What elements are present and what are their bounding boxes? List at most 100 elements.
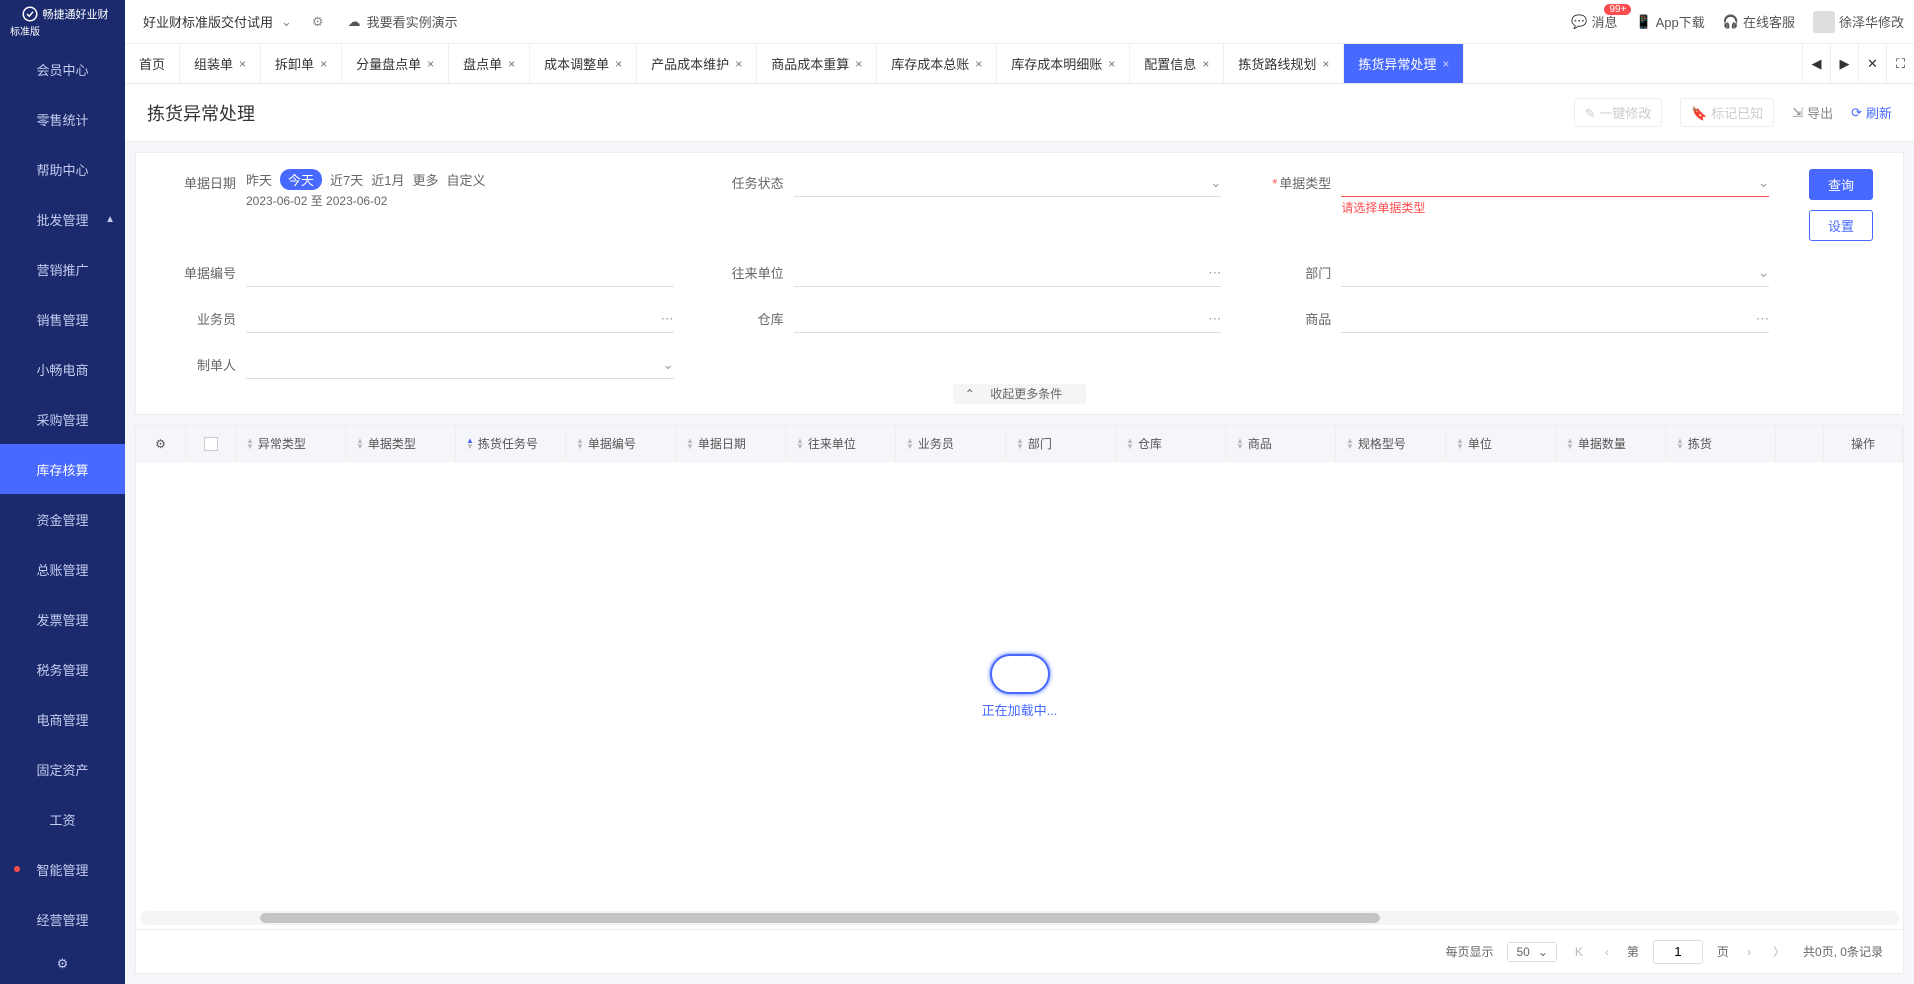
date-more[interactable]: 更多	[413, 170, 439, 189]
sidebar-item[interactable]: 电商管理	[0, 694, 125, 744]
tab[interactable]: 分量盘点单×	[342, 44, 449, 83]
demo-link[interactable]: ☁ 我要看实例演示	[348, 12, 458, 31]
column-header[interactable]: ▲▼异常类型	[236, 426, 346, 461]
sidebar-item[interactable]: 智能管理	[0, 844, 125, 894]
filter-warehouse[interactable]: 仓库 ⋯	[714, 305, 1222, 333]
last-page[interactable]: 〉	[1769, 943, 1789, 960]
settings-button[interactable]: 设置	[1809, 210, 1873, 241]
sidebar-item[interactable]: 小畅电商	[0, 344, 125, 394]
sort-icon: ▲▼	[1126, 438, 1134, 450]
tab-scroll-left[interactable]: ◀	[1802, 44, 1830, 84]
filter-doc-no[interactable]: 单据编号	[166, 259, 674, 287]
close-icon[interactable]: ×	[427, 57, 434, 71]
filter-dept[interactable]: 部门 ⌄	[1261, 259, 1769, 287]
sidebar-item[interactable]: 固定资产	[0, 744, 125, 794]
page-size-select[interactable]: 50 ⌄	[1507, 942, 1556, 962]
column-header[interactable]: ▲▼单据数量	[1556, 426, 1666, 461]
first-page[interactable]: K	[1571, 945, 1587, 959]
sidebar-item[interactable]: 税务管理	[0, 644, 125, 694]
sidebar-item[interactable]: 会员中心	[0, 44, 125, 94]
gear-icon[interactable]: ⚙	[312, 14, 324, 30]
page-input[interactable]	[1653, 940, 1703, 964]
column-header[interactable]: ▲▼拣货	[1666, 426, 1776, 461]
export-button[interactable]: ⇲ 导出	[1792, 103, 1833, 122]
collapse-filters[interactable]: ⌃ 收起更多条件	[953, 384, 1086, 404]
column-header[interactable]: ▲▼单据类型	[346, 426, 456, 461]
tab[interactable]: 产品成本维护×	[637, 44, 757, 83]
tab[interactable]: 拣货异常处理×	[1344, 44, 1464, 83]
next-page[interactable]: ›	[1743, 945, 1755, 959]
tab[interactable]: 拆卸单×	[261, 44, 342, 83]
sidebar-item[interactable]: 采购管理	[0, 394, 125, 444]
column-header[interactable]: ▲▼单据日期	[676, 426, 786, 461]
column-header[interactable]: ▲▼拣货任务号	[456, 426, 566, 461]
sidebar-item[interactable]: 总账管理	[0, 544, 125, 594]
date-7d[interactable]: 近7天	[330, 170, 363, 189]
close-icon[interactable]: ×	[735, 57, 742, 71]
column-header[interactable]: ▲▼往来单位	[786, 426, 896, 461]
close-icon[interactable]: ×	[508, 57, 515, 71]
close-icon[interactable]: ×	[1202, 57, 1209, 71]
refresh-button[interactable]: ⟳ 刷新	[1851, 103, 1892, 122]
prev-page[interactable]: ‹	[1601, 945, 1613, 959]
filter-partner[interactable]: 往来单位 ⋯	[714, 259, 1222, 287]
column-header[interactable]: ▲▼业务员	[896, 426, 1006, 461]
sidebar-item[interactable]: 工资	[0, 794, 125, 844]
column-header[interactable]: ▲▼单位	[1446, 426, 1556, 461]
tab[interactable]: 库存成本明细账×	[997, 44, 1130, 83]
sidebar-item[interactable]: 库存核算	[0, 444, 125, 494]
date-1m[interactable]: 近1月	[371, 170, 404, 189]
tab[interactable]: 商品成本重算×	[757, 44, 877, 83]
support[interactable]: 🎧 在线客服	[1723, 12, 1795, 31]
close-icon[interactable]: ×	[1108, 57, 1115, 71]
close-icon[interactable]: ×	[855, 57, 862, 71]
close-icon[interactable]: ×	[1322, 57, 1329, 71]
column-header[interactable]: ▲▼单据编号	[566, 426, 676, 461]
sidebar-item[interactable]: 经营管理	[0, 894, 125, 944]
messages[interactable]: 💬 消息 99+	[1571, 12, 1617, 31]
close-icon[interactable]: ×	[1442, 57, 1449, 71]
close-icon[interactable]: ×	[239, 57, 246, 71]
sidebar-item[interactable]: 发票管理	[0, 594, 125, 644]
close-icon[interactable]: ×	[320, 57, 327, 71]
sidebar-item[interactable]: 营销推广	[0, 244, 125, 294]
close-icon[interactable]: ×	[975, 57, 982, 71]
sidebar-settings[interactable]: ⚙	[0, 944, 125, 984]
select-all-checkbox[interactable]	[186, 426, 236, 461]
date-today[interactable]: 今天	[280, 169, 322, 190]
filter-doc-type[interactable]: 单据类型 ⌄ 请选择单据类型	[1261, 169, 1769, 216]
sidebar-item[interactable]: 销售管理	[0, 294, 125, 344]
sidebar-item[interactable]: 帮助中心	[0, 144, 125, 194]
column-header[interactable]: ▲▼仓库	[1116, 426, 1226, 461]
date-yesterday[interactable]: 昨天	[246, 170, 272, 189]
filter-product[interactable]: 商品 ⋯	[1261, 305, 1769, 333]
date-custom[interactable]: 自定义	[447, 170, 486, 189]
column-header[interactable]: ▲▼规格型号	[1336, 426, 1446, 461]
query-button[interactable]: 查询	[1809, 169, 1873, 200]
horizontal-scrollbar[interactable]	[140, 911, 1899, 925]
filter-task-status[interactable]: 任务状态 ⌄	[714, 169, 1222, 197]
tab-close-all[interactable]: ✕	[1858, 44, 1886, 84]
product-selector[interactable]: 好业财标准版交付试用 ⌄	[143, 12, 292, 31]
filter-employee[interactable]: 业务员 ⋯	[166, 305, 674, 333]
fullscreen-icon[interactable]: ⛶	[1886, 44, 1914, 84]
tab[interactable]: 首页	[125, 44, 180, 83]
tab-scroll-right[interactable]: ▶	[1830, 44, 1858, 84]
close-icon[interactable]: ×	[615, 57, 622, 71]
tab[interactable]: 组装单×	[180, 44, 261, 83]
tab[interactable]: 库存成本总账×	[877, 44, 997, 83]
column-header[interactable]: ▲▼商品	[1226, 426, 1336, 461]
sidebar-item[interactable]: 零售统计	[0, 94, 125, 144]
table-settings-icon[interactable]: ⚙	[136, 426, 186, 461]
tab[interactable]: 盘点单×	[449, 44, 530, 83]
sort-icon: ▲▼	[1566, 438, 1574, 450]
tab[interactable]: 配置信息×	[1130, 44, 1224, 83]
tab[interactable]: 成本调整单×	[530, 44, 637, 83]
filter-creator[interactable]: 制单人 ⌄	[166, 351, 674, 379]
user-menu[interactable]: 徐泽华修改	[1813, 11, 1904, 33]
app-download[interactable]: 📱 App下载	[1635, 12, 1704, 31]
tab[interactable]: 拣货路线规划×	[1224, 44, 1344, 83]
sidebar-item[interactable]: 资金管理	[0, 494, 125, 544]
column-header[interactable]: ▲▼部门	[1006, 426, 1116, 461]
sidebar-item[interactable]: 批发管理▲	[0, 194, 125, 244]
